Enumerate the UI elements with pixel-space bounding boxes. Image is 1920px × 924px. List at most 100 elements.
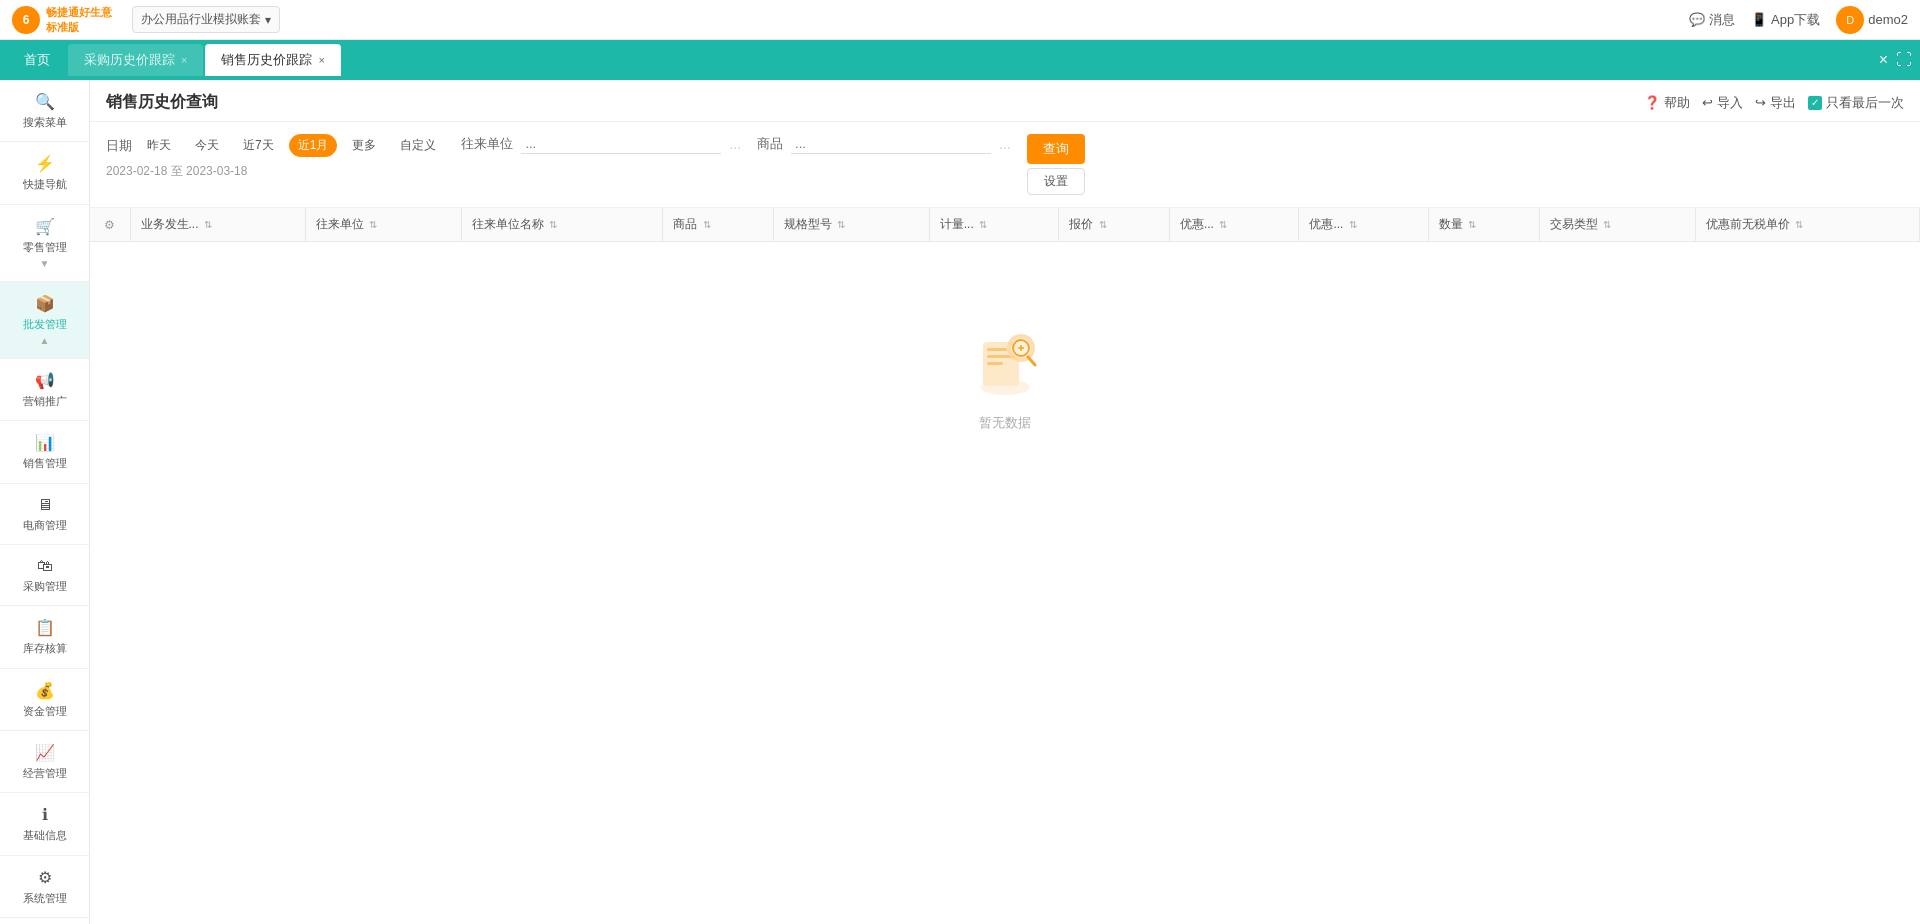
sidebar-item-wholesale[interactable]: 📦 批发管理 ▲	[0, 282, 89, 359]
purchase-mgmt-icon: 🛍	[37, 557, 53, 575]
message-button[interactable]: 💬 消息	[1689, 11, 1735, 29]
page-header: 销售历史价查询 ❓ 帮助 ↩ 导入 ↪ 导出 ✓	[90, 80, 1920, 122]
only-last-checkbox[interactable]: ✓ 只看最后一次	[1808, 94, 1904, 112]
import-button[interactable]: ↩ 导入	[1702, 94, 1743, 112]
date-range-display: 2023-02-18 至 2023-03-18	[106, 163, 445, 180]
user-profile[interactable]: D demo2	[1836, 6, 1908, 34]
table-wrapper: ⚙ 业务发生... ⇅ 往来单位 ⇅ 往来单位名称	[90, 208, 1920, 924]
th-product[interactable]: 商品 ⇅	[663, 208, 774, 242]
shortcut-icon: ⚡	[35, 154, 55, 173]
table-head: ⚙ 业务发生... ⇅ 往来单位 ⇅ 往来单位名称	[90, 208, 1920, 242]
product-label: 商品	[757, 135, 783, 153]
sidebar-item-enterprise[interactable]: 🤝 企业协同	[0, 918, 89, 924]
basic-icon: ℹ	[42, 805, 48, 824]
svg-rect-2	[987, 348, 1007, 351]
data-table: ⚙ 业务发生... ⇅ 往来单位 ⇅ 往来单位名称	[90, 208, 1920, 242]
tab-sales-close[interactable]: ×	[318, 54, 324, 66]
sort-icon-partner-name: ⇅	[549, 219, 557, 230]
th-partner-code[interactable]: 往来单位 ⇅	[305, 208, 461, 242]
only-last-label: 只看最后一次	[1826, 94, 1904, 112]
date-btn-1month[interactable]: 近1月	[289, 134, 338, 157]
query-button[interactable]: 查询	[1027, 134, 1085, 164]
date-filter: 日期 昨天 今天 近7天 近1月 更多 自定义 2023-02-18 至 202…	[106, 134, 445, 180]
sidebar-item-shortcut[interactable]: ⚡ 快捷导航	[0, 142, 89, 204]
main-layout: 🔍 搜索菜单 ⚡ 快捷导航 🛒 零售管理 ▼ 📦 批发管理 ▲ 📢 营销推广 📊…	[0, 80, 1920, 924]
th-business-date[interactable]: 业务发生... ⇅	[130, 208, 305, 242]
sidebar-item-marketing[interactable]: 📢 营销推广	[0, 359, 89, 421]
product-dots: ...	[999, 136, 1011, 152]
sidebar-item-system[interactable]: ⚙ 系统管理	[0, 856, 89, 918]
header-right: 💬 消息 📱 App下载 D demo2	[1689, 6, 1908, 34]
marketing-icon: 📢	[35, 371, 55, 390]
tab-home-label: 首页	[24, 51, 50, 69]
page-title: 销售历史价查询	[106, 92, 218, 113]
sidebar-item-finance[interactable]: 💰 资金管理	[0, 669, 89, 731]
th-quantity[interactable]: 数量 ⇅	[1428, 208, 1539, 242]
settings-button[interactable]: 设置	[1027, 168, 1085, 195]
close-window-button[interactable]: ×	[1879, 51, 1888, 69]
gear-icon[interactable]: ⚙	[104, 218, 115, 232]
ecommerce-icon: 🖥	[37, 496, 53, 514]
tab-purchase-label: 采购历史价跟踪	[84, 51, 175, 69]
operations-icon: 📈	[35, 743, 55, 762]
avatar: D	[1836, 6, 1864, 34]
sort-icon-business-date: ⇅	[204, 219, 212, 230]
sort-icon-spec: ⇅	[837, 219, 845, 230]
export-button[interactable]: ↪ 导出	[1755, 94, 1796, 112]
th-spec[interactable]: 规格型号 ⇅	[773, 208, 929, 242]
svg-line-7	[1028, 357, 1035, 365]
sidebar-item-ecommerce[interactable]: 🖥 电商管理	[0, 484, 89, 545]
date-btn-yesterday[interactable]: 昨天	[138, 134, 180, 157]
help-button[interactable]: ❓ 帮助	[1644, 94, 1690, 112]
import-label: 导入	[1717, 94, 1743, 112]
wholesale-expand-icon: ▲	[40, 335, 50, 346]
top-header: 6 畅捷通好生意 标准版 办公用品行业模拟账套 ▾ 💬 消息 📱 App下载 D…	[0, 0, 1920, 40]
message-label: 消息	[1709, 11, 1735, 29]
partner-input[interactable]	[521, 134, 721, 154]
sidebar-item-sales-mgmt[interactable]: 📊 销售管理	[0, 421, 89, 483]
th-discount1[interactable]: 优惠... ⇅	[1169, 208, 1299, 242]
sidebar: 🔍 搜索菜单 ⚡ 快捷导航 🛒 零售管理 ▼ 📦 批发管理 ▲ 📢 营销推广 📊…	[0, 80, 90, 924]
sidebar-item-operations[interactable]: 📈 经营管理	[0, 731, 89, 793]
retail-icon: 🛒	[35, 217, 55, 236]
date-btn-custom[interactable]: 自定义	[391, 134, 445, 157]
date-btn-today[interactable]: 今天	[186, 134, 228, 157]
product-input[interactable]	[791, 134, 991, 154]
sidebar-item-search[interactable]: 🔍 搜索菜单	[0, 80, 89, 142]
sidebar-item-basic[interactable]: ℹ 基础信息	[0, 793, 89, 855]
date-btn-more[interactable]: 更多	[343, 134, 385, 157]
date-btn-7days[interactable]: 近7天	[234, 134, 283, 157]
logo-area: 6 畅捷通好生意 标准版	[12, 5, 112, 34]
maximize-button[interactable]: ⛶	[1896, 51, 1912, 69]
sort-icon-pretax-price: ⇅	[1795, 219, 1803, 230]
tab-purchase-close[interactable]: ×	[181, 54, 187, 66]
th-gear: ⚙	[90, 208, 130, 242]
tab-home[interactable]: 首页	[8, 44, 66, 76]
th-discount2[interactable]: 优惠... ⇅	[1299, 208, 1429, 242]
empty-text: 暂无数据	[979, 414, 1031, 432]
content-area: 销售历史价查询 ❓ 帮助 ↩ 导入 ↪ 导出 ✓	[90, 80, 1920, 924]
export-icon: ↪	[1755, 95, 1766, 110]
th-quote[interactable]: 报价 ⇅	[1059, 208, 1170, 242]
th-unit[interactable]: 计量... ⇅	[929, 208, 1059, 242]
app-download-button[interactable]: 📱 App下载	[1751, 11, 1820, 29]
wholesale-icon: 📦	[35, 294, 55, 313]
logo-icon: 6	[12, 6, 40, 34]
sidebar-item-retail[interactable]: 🛒 零售管理 ▼	[0, 205, 89, 282]
app-selector[interactable]: 办公用品行业模拟账套 ▾	[132, 6, 280, 33]
sidebar-item-inventory[interactable]: 📋 库存核算	[0, 606, 89, 668]
th-trade-type[interactable]: 交易类型 ⇅	[1539, 208, 1695, 242]
th-pretax-price[interactable]: 优惠前无税单价 ⇅	[1695, 208, 1919, 242]
empty-icon	[965, 322, 1045, 402]
tab-bar: 首页 采购历史价跟踪 × 销售历史价跟踪 × × ⛶	[0, 40, 1920, 80]
th-partner-name[interactable]: 往来单位名称 ⇅	[461, 208, 663, 242]
tab-purchase[interactable]: 采购历史价跟踪 ×	[68, 44, 203, 76]
inventory-icon: 📋	[35, 618, 55, 637]
sort-icon-quantity: ⇅	[1468, 219, 1476, 230]
search-icon: 🔍	[35, 92, 55, 111]
tab-sales-label: 销售历史价跟踪	[221, 51, 312, 69]
retail-expand-icon: ▼	[40, 258, 50, 269]
filter-area: 日期 昨天 今天 近7天 近1月 更多 自定义 2023-02-18 至 202…	[90, 122, 1920, 208]
tab-sales[interactable]: 销售历史价跟踪 ×	[205, 44, 340, 76]
sidebar-item-purchase-mgmt[interactable]: 🛍 采购管理	[0, 545, 89, 606]
